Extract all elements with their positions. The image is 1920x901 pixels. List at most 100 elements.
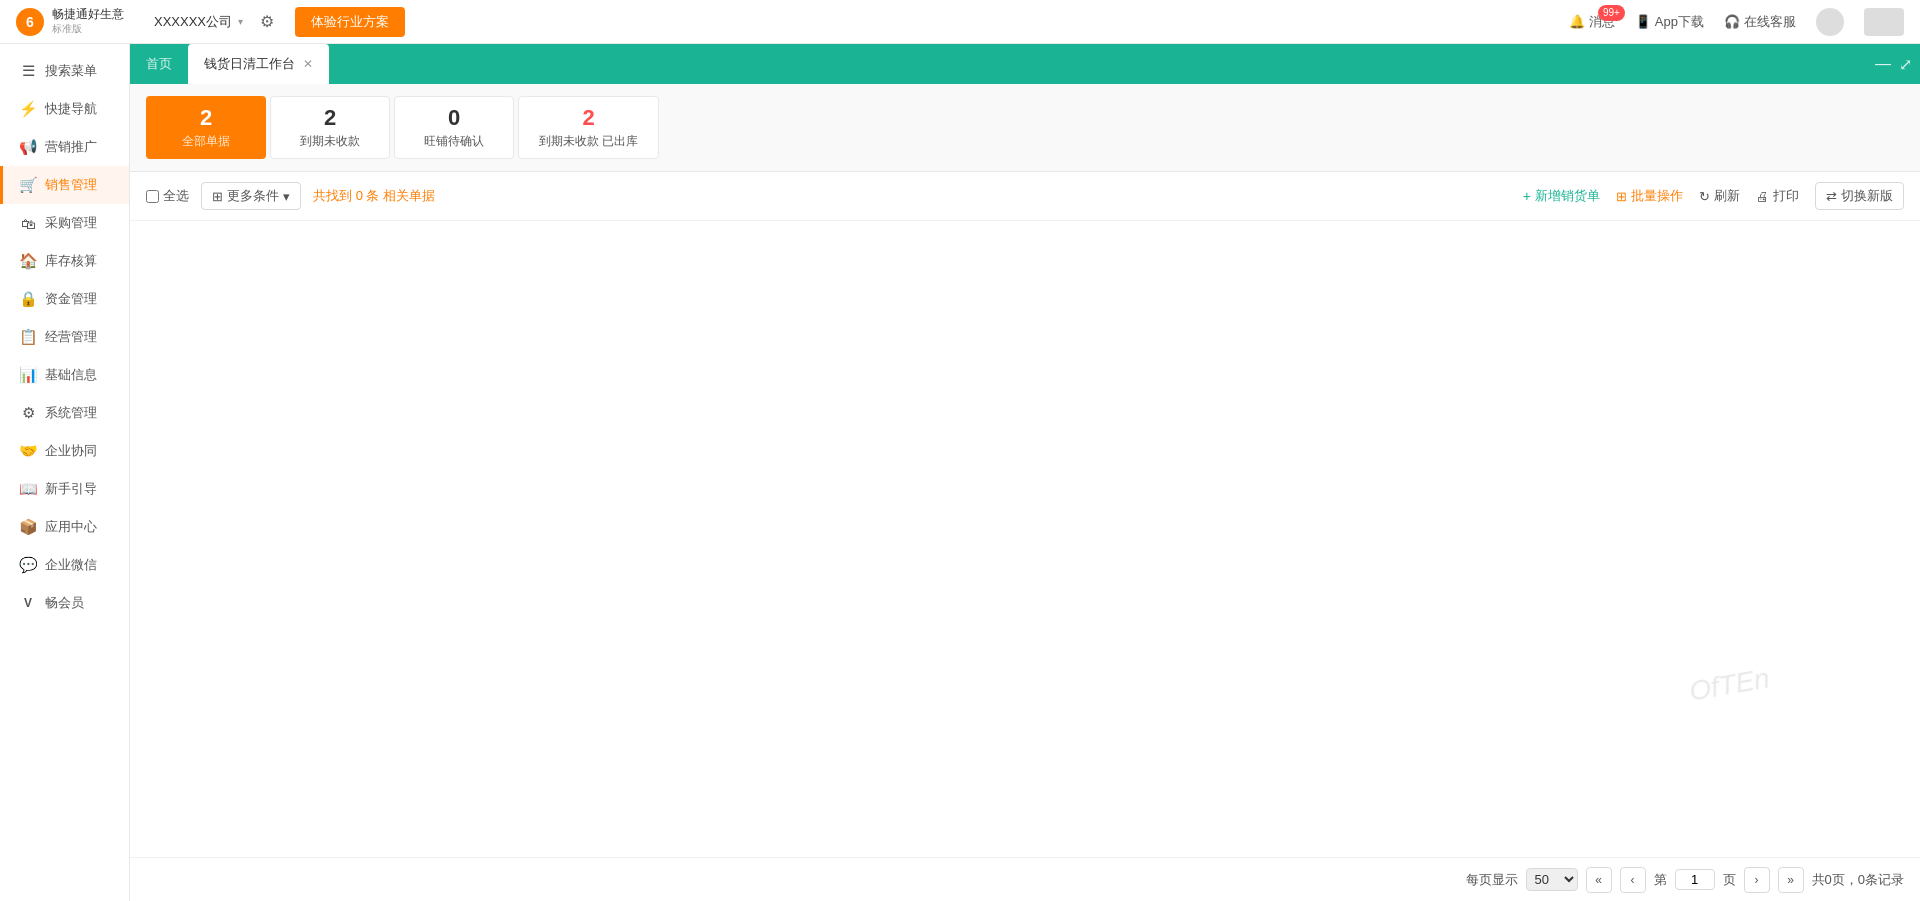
stat-tab-all[interactable]: 2 全部单据 [146, 96, 266, 159]
inventory-icon: 🏠 [19, 252, 37, 270]
header: 6 畅捷通好生意 标准版 XXXXXX公司 ▾ ⚙ 体验行业方案 🔔 消息 99… [0, 0, 1920, 44]
switch-icon: ⇄ [1826, 189, 1837, 204]
sidebar-item-label: 新手引导 [45, 480, 97, 498]
switch-label: 切换新版 [1841, 187, 1893, 205]
print-label: 打印 [1773, 187, 1799, 205]
tab-home[interactable]: 首页 [130, 44, 188, 84]
stat-tab-overdue[interactable]: 2 到期未收款 [270, 96, 390, 159]
switch-version-button[interactable]: ⇄ 切换新版 [1815, 182, 1904, 210]
company-selector[interactable]: XXXXXX公司 ▾ [146, 9, 251, 35]
toolbar-left: 全选 ⊞ 更多条件 ▾ 共找到 0 条 相关单据 [146, 182, 1511, 210]
stat-tab-pending[interactable]: 0 旺铺待确认 [394, 96, 514, 159]
try-industry-button[interactable]: 体验行业方案 [295, 7, 405, 37]
pagination: 每页显示 50 100 200 « ‹ 第 页 › » 共0页，0条记录 [130, 857, 1920, 901]
stat-label-overdue: 到期未收款 [291, 133, 369, 150]
enterprise-coop-icon: 🤝 [19, 442, 37, 460]
sidebar-item-label: 销售管理 [45, 176, 97, 194]
logo-text-area: 畅捷通好生意 标准版 [52, 7, 124, 37]
enterprise-wechat-icon: 💬 [19, 556, 37, 574]
last-page-button[interactable]: » [1778, 867, 1804, 893]
tab-workbench[interactable]: 钱货日清工作台 ✕ [188, 44, 329, 84]
service-label: 在线客服 [1744, 13, 1796, 31]
tab-minimize-icon[interactable]: — [1875, 55, 1891, 73]
table-area [130, 221, 1920, 857]
prev-page-button[interactable]: ‹ [1620, 867, 1646, 893]
stat-count-pending: 0 [415, 105, 493, 131]
sidebar-item-member[interactable]: V 畅会员 [0, 584, 129, 622]
settings-icon[interactable]: ⚙ [251, 6, 283, 38]
page-number-input[interactable] [1675, 869, 1715, 890]
sidebar-item-marketing[interactable]: 📢 营销推广 [0, 128, 129, 166]
stat-label-all: 全部单据 [167, 133, 245, 150]
user-dropdown[interactable] [1864, 8, 1904, 36]
print-icon: 🖨 [1756, 189, 1769, 204]
member-icon: V [19, 596, 37, 610]
app-icon: 📱 [1635, 14, 1651, 29]
sidebar-item-label: 企业协同 [45, 442, 97, 460]
batch-operation-button[interactable]: ⊞ 批量操作 [1616, 187, 1683, 205]
print-button[interactable]: 🖨 打印 [1756, 187, 1799, 205]
sidebar-item-search-menu[interactable]: ☰ 搜索菜单 [0, 52, 129, 90]
sidebar: ☰ 搜索菜单 ⚡ 快捷导航 📢 营销推广 🛒 销售管理 🛍 采购管理 🏠 库存核… [0, 44, 130, 901]
filter-label: 更多条件 [227, 187, 279, 205]
basic-icon: 📊 [19, 366, 37, 384]
per-page-select[interactable]: 50 100 200 [1526, 868, 1578, 891]
stat-label-overdue-out: 到期未收款 已出库 [539, 133, 638, 150]
app-download-button[interactable]: 📱 App下载 [1635, 13, 1704, 31]
select-all-input[interactable] [146, 190, 159, 203]
total-records: 共0页，0条记录 [1812, 871, 1904, 889]
sidebar-item-enterprise-wechat[interactable]: 💬 企业微信 [0, 546, 129, 584]
sidebar-item-enterprise-coop[interactable]: 🤝 企业协同 [0, 432, 129, 470]
refresh-label: 刷新 [1714, 187, 1740, 205]
add-sale-button[interactable]: + 新增销货单 [1523, 187, 1600, 205]
more-filter-button[interactable]: ⊞ 更多条件 ▾ [201, 182, 301, 210]
purchase-icon: 🛍 [19, 215, 37, 232]
messages-button[interactable]: 🔔 消息 99+ [1569, 13, 1615, 31]
toolbar: 全选 ⊞ 更多条件 ▾ 共找到 0 条 相关单据 + 新增销货单 [130, 172, 1920, 221]
stat-tab-overdue-out[interactable]: 2 到期未收款 已出库 [518, 96, 659, 159]
chevron-filter-icon: ▾ [283, 189, 290, 204]
first-page-button[interactable]: « [1586, 867, 1612, 893]
sidebar-item-label: 库存核算 [45, 252, 97, 270]
system-icon: ⚙ [19, 404, 37, 422]
page-suffix: 页 [1723, 871, 1736, 889]
tab-bar: 首页 钱货日清工作台 ✕ — ⤢ [130, 44, 1920, 84]
sidebar-item-system[interactable]: ⚙ 系统管理 [0, 394, 129, 432]
batch-icon: ⊞ [1616, 189, 1627, 204]
sidebar-item-capital[interactable]: 🔒 资金管理 [0, 280, 129, 318]
marketing-icon: 📢 [19, 138, 37, 156]
stat-count-all: 2 [167, 105, 245, 131]
logo-title: 畅捷通好生意 [52, 7, 124, 23]
app-label: App下载 [1655, 13, 1704, 31]
online-service-button[interactable]: 🎧 在线客服 [1724, 13, 1796, 31]
guide-icon: 📖 [19, 480, 37, 498]
sidebar-item-label: 快捷导航 [45, 100, 97, 118]
sidebar-item-operation[interactable]: 📋 经营管理 [0, 318, 129, 356]
next-page-button[interactable]: › [1744, 867, 1770, 893]
refresh-button[interactable]: ↻ 刷新 [1699, 187, 1740, 205]
select-all-checkbox[interactable]: 全选 [146, 187, 189, 205]
company-name: XXXXXX公司 [154, 13, 232, 31]
sidebar-item-sales[interactable]: 🛒 销售管理 [0, 166, 129, 204]
select-all-label: 全选 [163, 187, 189, 205]
sidebar-item-app-center[interactable]: 📦 应用中心 [0, 508, 129, 546]
logo-icon: 6 [16, 8, 44, 36]
capital-icon: 🔒 [19, 290, 37, 308]
bell-icon: 🔔 [1569, 14, 1585, 29]
app-center-icon: 📦 [19, 518, 37, 536]
sidebar-item-basic[interactable]: 📊 基础信息 [0, 356, 129, 394]
sidebar-item-label: 采购管理 [45, 214, 97, 232]
sidebar-item-inventory[interactable]: 🏠 库存核算 [0, 242, 129, 280]
sidebar-item-guide[interactable]: 📖 新手引导 [0, 470, 129, 508]
sidebar-item-label: 搜索菜单 [45, 62, 97, 80]
content-area: 2 全部单据 2 到期未收款 0 旺铺待确认 2 到期未收款 已出库 全选 [130, 84, 1920, 901]
sidebar-item-quick-nav[interactable]: ⚡ 快捷导航 [0, 90, 129, 128]
tab-close-icon[interactable]: ✕ [303, 57, 313, 71]
tab-workbench-label: 钱货日清工作台 [204, 55, 295, 73]
sidebar-item-label: 企业微信 [45, 556, 97, 574]
sidebar-item-purchase[interactable]: 🛍 采购管理 [0, 204, 129, 242]
tab-maximize-icon[interactable]: ⤢ [1899, 55, 1912, 74]
avatar[interactable] [1816, 8, 1844, 36]
sidebar-item-label: 资金管理 [45, 290, 97, 308]
main-content: 2 全部单据 2 到期未收款 0 旺铺待确认 2 到期未收款 已出库 全选 [130, 84, 1920, 901]
